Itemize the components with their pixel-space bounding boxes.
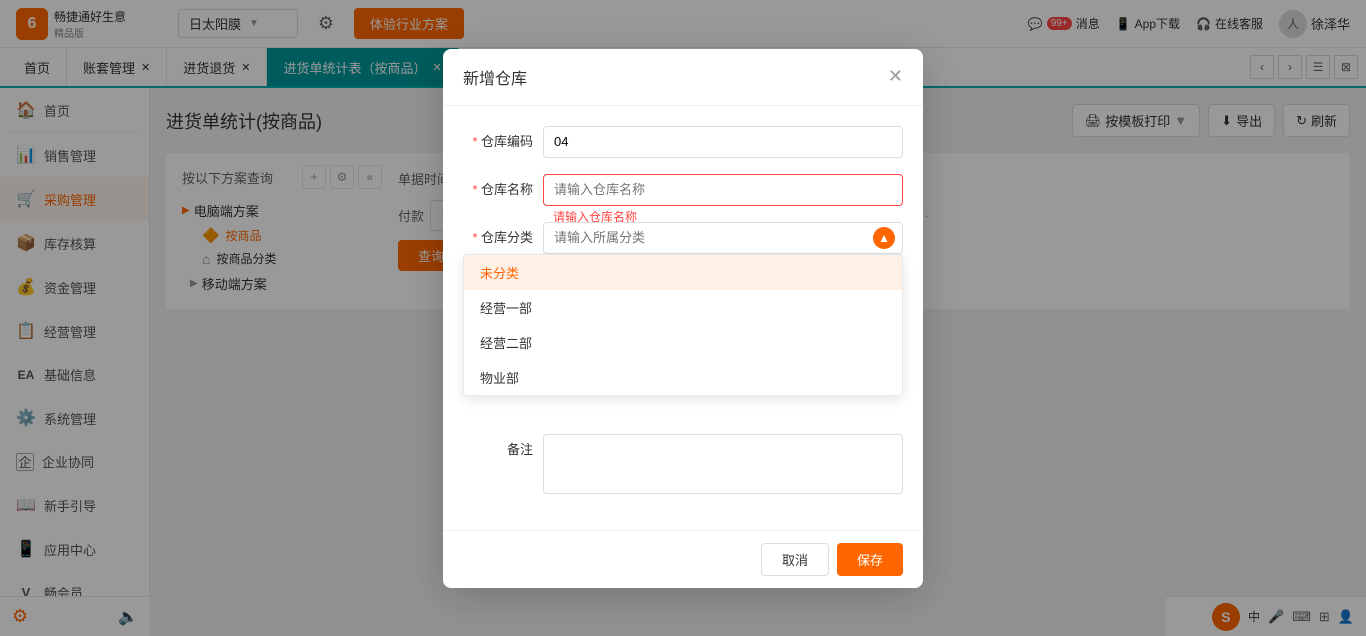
modal-header: 新增仓库 ✕	[443, 49, 923, 106]
form-row-remark: 备注	[463, 434, 903, 494]
category-wrapper: ▲	[543, 222, 903, 254]
modal-close-button[interactable]: ✕	[888, 66, 903, 87]
form-row-name: 仓库名称 请输入仓库名称	[463, 174, 903, 206]
category-input[interactable]	[543, 222, 903, 254]
modal-body: 仓库编码 仓库名称 请输入仓库名称 仓库分类 ▲ 未分类 经营一部	[443, 106, 923, 530]
name-input[interactable]	[543, 174, 903, 206]
dropdown-item-0[interactable]: 未分类	[464, 255, 902, 290]
modal-new-warehouse: 新增仓库 ✕ 仓库编码 仓库名称 请输入仓库名称 仓库分类 ▲	[443, 49, 923, 588]
remark-label: 备注	[463, 434, 543, 466]
modal-title: 新增仓库	[463, 65, 527, 89]
save-button[interactable]: 保存	[837, 543, 903, 576]
dropdown-item-1[interactable]: 经营一部	[464, 290, 902, 325]
dropdown-item-2[interactable]: 经营二部	[464, 325, 902, 360]
modal-overlay[interactable]: 新增仓库 ✕ 仓库编码 仓库名称 请输入仓库名称 仓库分类 ▲	[0, 0, 1366, 636]
form-row-category: 仓库分类 ▲ 未分类 经营一部 经营二部 物业部	[463, 222, 903, 254]
category-dropdown: 未分类 经营一部 经营二部 物业部	[463, 254, 903, 396]
code-label: 仓库编码	[463, 126, 543, 158]
form-row-code: 仓库编码	[463, 126, 903, 158]
code-input[interactable]	[543, 126, 903, 158]
name-label: 仓库名称	[463, 174, 543, 206]
cancel-button[interactable]: 取消	[761, 543, 829, 576]
dropdown-item-3[interactable]: 物业部	[464, 360, 902, 395]
category-toggle-btn[interactable]: ▲	[873, 227, 895, 249]
modal-footer: 取消 保存	[443, 530, 923, 588]
category-label: 仓库分类	[463, 222, 543, 254]
remark-textarea[interactable]	[543, 434, 903, 494]
